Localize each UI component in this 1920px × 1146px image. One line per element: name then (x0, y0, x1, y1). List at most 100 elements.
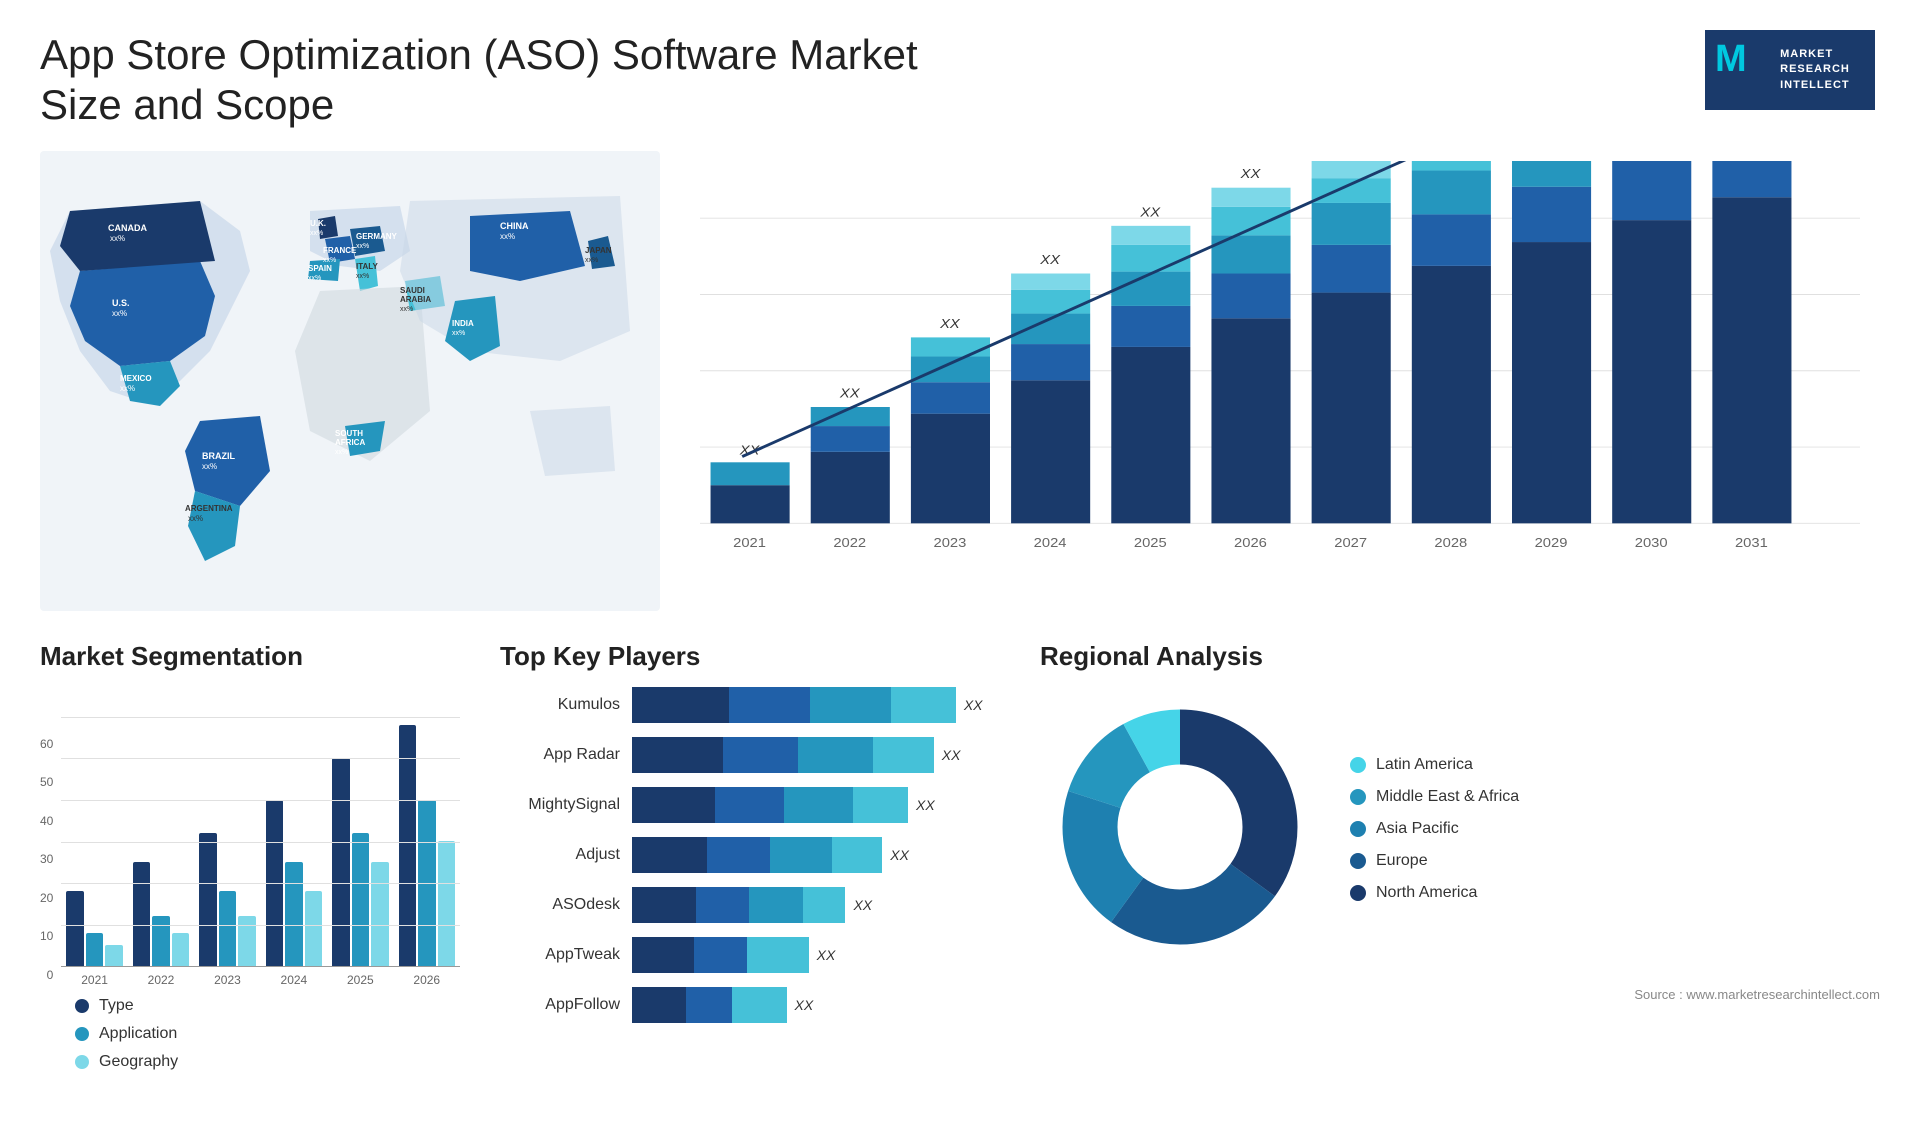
svg-text:SAUDI: SAUDI (400, 286, 425, 295)
regional-label-northamerica: North America (1376, 884, 1477, 902)
logo-text: MARKET RESEARCH INTELLECT (1780, 47, 1850, 93)
player-bar-appfollow: XX (632, 987, 1000, 1023)
player-bar-kumulos: XX (632, 687, 1000, 723)
svg-text:GERMANY: GERMANY (356, 232, 398, 241)
regional-label-mea: Middle East & Africa (1376, 788, 1519, 806)
legend-label-type: Type (99, 997, 134, 1015)
seg-bar (219, 891, 236, 966)
regional-dot-northamerica (1350, 885, 1366, 901)
regional-legend-europe: Europe (1350, 852, 1519, 870)
svg-text:BRAZIL: BRAZIL (202, 451, 235, 461)
player-name-kumulos: Kumulos (500, 696, 620, 714)
world-map-section: CANADA xx% U.S. xx% MEXICO xx% BRAZIL xx… (40, 151, 660, 611)
svg-text:2027: 2027 (1334, 535, 1367, 550)
seg-bar (199, 833, 216, 966)
seg-bar (66, 891, 83, 966)
player-name-mightysignal: MightySignal (500, 796, 620, 814)
player-xx-appfollow: XX (795, 997, 814, 1013)
seg-bar (399, 725, 416, 966)
svg-text:xx%: xx% (308, 275, 321, 282)
legend-label-geography: Geography (99, 1053, 178, 1071)
svg-text:XX: XX (1139, 204, 1160, 219)
svg-text:xx%: xx% (335, 449, 348, 456)
legend-dot-geography (75, 1055, 89, 1069)
player-name-apptweak: AppTweak (500, 946, 620, 964)
svg-text:2025: 2025 (1134, 535, 1167, 550)
svg-text:CANADA: CANADA (108, 223, 147, 233)
seg-bar (86, 933, 103, 966)
player-bar-mightysignal: XX (632, 787, 1000, 823)
regional-label-latin: Latin America (1376, 756, 1473, 774)
svg-text:INDIA: INDIA (452, 319, 474, 328)
svg-text:ARGENTINA: ARGENTINA (185, 504, 233, 513)
svg-text:ITALY: ITALY (356, 262, 378, 271)
seg-bar (105, 945, 122, 966)
svg-text:AFRICA: AFRICA (335, 438, 365, 447)
player-row-kumulos: Kumulos XX (500, 687, 1000, 723)
svg-text:xx%: xx% (323, 257, 336, 264)
seg-legend-type: Type (75, 997, 460, 1015)
seg-bar (285, 862, 302, 966)
player-xx-adjust: XX (890, 847, 909, 863)
svg-text:U.K.: U.K. (310, 219, 326, 228)
seg-x-labels: 2021 2022 2023 2024 2025 2026 (61, 973, 460, 987)
bar-chart-container: XX 2021 XX 2022 XX 2023 (700, 161, 1860, 571)
regional-dot-asiapac (1350, 821, 1366, 837)
player-row-appradar: App Radar XX (500, 737, 1000, 773)
seg-bar (371, 862, 388, 966)
seg-bar (152, 916, 169, 966)
svg-text:2030: 2030 (1635, 535, 1668, 550)
top-content: CANADA xx% U.S. xx% MEXICO xx% BRAZIL xx… (40, 151, 1880, 611)
player-bar-adjust: XX (632, 837, 1000, 873)
donut-svg (1040, 687, 1320, 967)
page-header: App Store Optimization (ASO) Software Ma… (40, 30, 1880, 131)
seg-bar (238, 916, 255, 966)
svg-text:xx%: xx% (500, 232, 515, 241)
legend-dot-application (75, 1027, 89, 1041)
seg-bar (332, 758, 349, 966)
regional-dot-latin (1350, 757, 1366, 773)
svg-text:xx%: xx% (110, 234, 125, 243)
players-list: Kumulos XX App Radar (500, 687, 1000, 1023)
regional-section: Regional Analysis (1040, 641, 1880, 1061)
seg-bar (352, 833, 369, 966)
player-xx-asodesk: XX (853, 897, 872, 913)
seg-y-axis: 60 50 40 30 20 10 0 (40, 737, 53, 987)
svg-text:2029: 2029 (1535, 535, 1568, 550)
player-row-adjust: Adjust XX (500, 837, 1000, 873)
player-row-apptweak: AppTweak XX (500, 937, 1000, 973)
svg-text:xx%: xx% (400, 306, 413, 313)
player-row-asodesk: ASOdesk XX (500, 887, 1000, 923)
player-name-appfollow: AppFollow (500, 996, 620, 1014)
regional-dot-europe (1350, 853, 1366, 869)
svg-text:2023: 2023 (934, 535, 967, 550)
svg-text:2028: 2028 (1434, 535, 1467, 550)
seg-legend-application: Application (75, 1025, 460, 1043)
svg-text:2021: 2021 (733, 535, 766, 550)
svg-text:JAPAN: JAPAN (585, 246, 612, 255)
player-name-appradar: App Radar (500, 746, 620, 764)
svg-text:MEXICO: MEXICO (120, 374, 152, 383)
svg-text:ARABIA: ARABIA (400, 295, 431, 304)
regional-label-europe: Europe (1376, 852, 1428, 870)
svg-text:2022: 2022 (833, 535, 866, 550)
player-bar-apptweak: XX (632, 937, 1000, 973)
regional-legend: Latin America Middle East & Africa Asia … (1350, 756, 1519, 902)
legend-dot-type (75, 999, 89, 1013)
player-bar-asodesk: XX (632, 887, 1000, 923)
logo: M MARKET RESEARCH INTELLECT (1700, 30, 1880, 110)
player-bar-appradar: XX (632, 737, 1000, 773)
bar-chart-section: XX 2021 XX 2022 XX 2023 (690, 151, 1880, 611)
regional-label-asiapac: Asia Pacific (1376, 820, 1459, 838)
svg-text:XX: XX (939, 315, 960, 330)
player-name-asodesk: ASOdesk (500, 896, 620, 914)
svg-text:xx%: xx% (188, 514, 203, 523)
seg-bar (438, 841, 455, 966)
player-row-appfollow: AppFollow XX (500, 987, 1000, 1023)
seg-bar (305, 891, 322, 966)
legend-label-application: Application (99, 1025, 177, 1043)
svg-text:xx%: xx% (356, 243, 369, 250)
svg-text:xx%: xx% (310, 230, 323, 237)
page-title: App Store Optimization (ASO) Software Ma… (40, 30, 940, 131)
svg-text:SOUTH: SOUTH (335, 429, 363, 438)
